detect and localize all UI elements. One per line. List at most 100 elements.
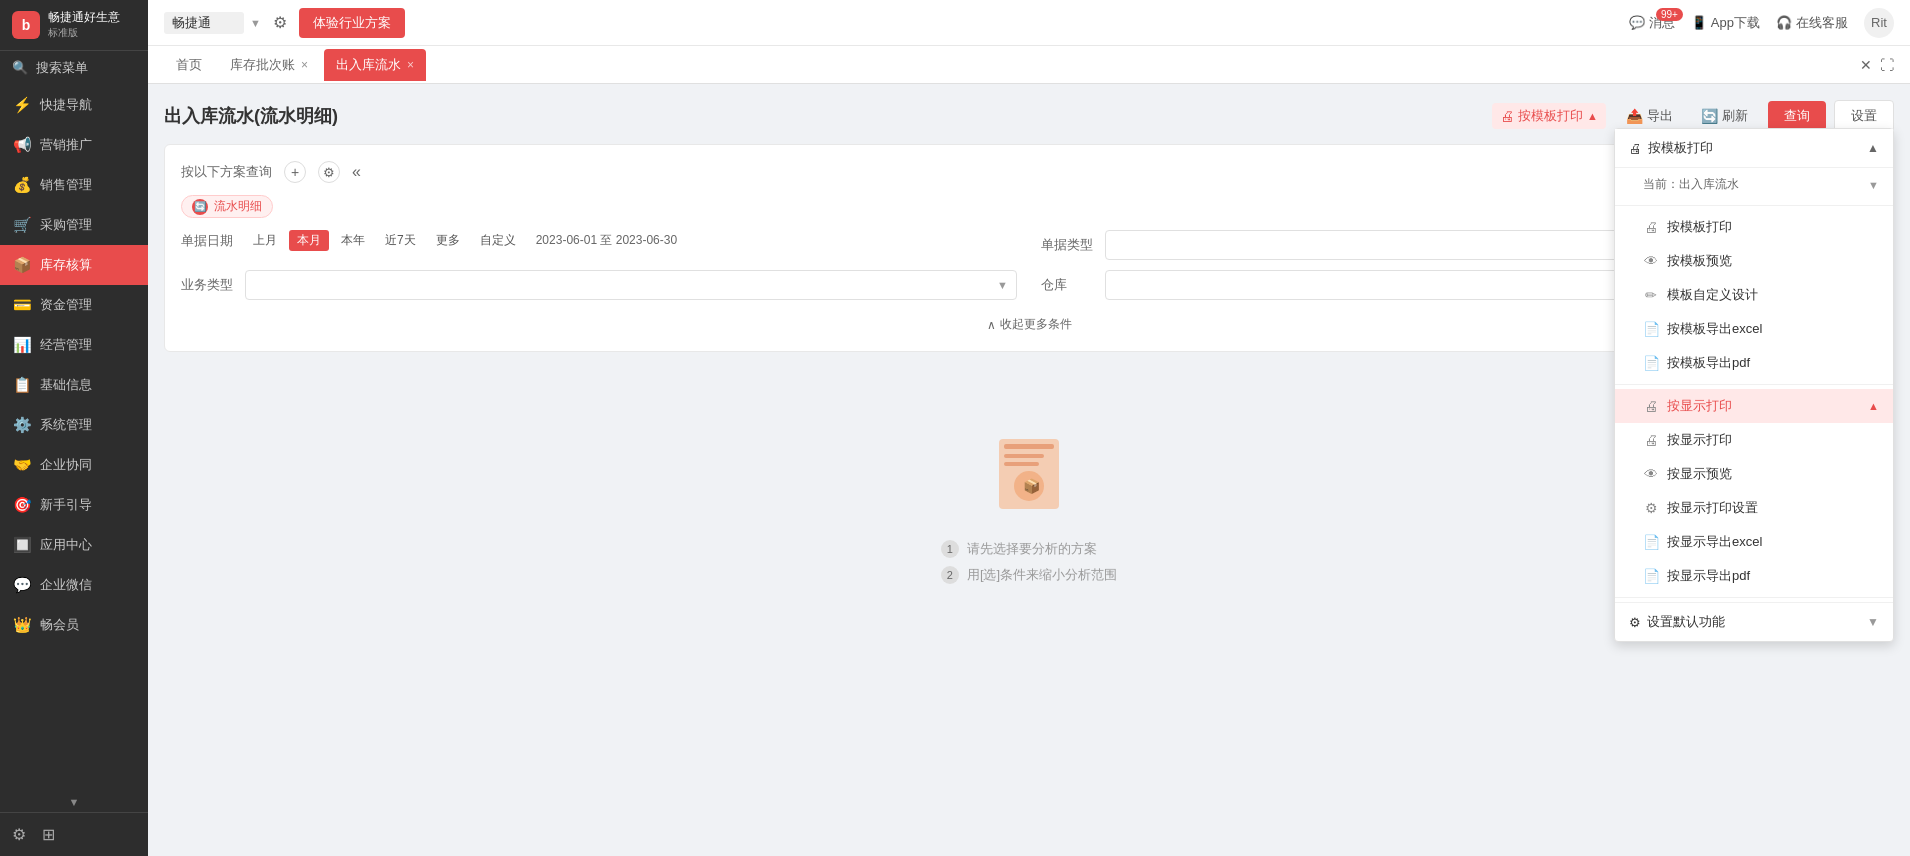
- empty-state-icon: 📦: [979, 424, 1079, 524]
- sidebar-item-system[interactable]: ⚙️ 系统管理: [0, 405, 148, 445]
- filter-tag-flow[interactable]: 🔄 流水明细: [181, 195, 273, 218]
- date-option-more[interactable]: 更多: [428, 230, 468, 251]
- sidebar-item-label: 系统管理: [40, 416, 92, 434]
- dropdown-template-excel-label: 按模板导出excel: [1667, 320, 1762, 338]
- dropdown-item-template-pdf[interactable]: 📄 按模板导出pdf: [1615, 346, 1893, 380]
- dropdown-footer-label: 设置默认功能: [1647, 613, 1725, 631]
- step-1-text: 请先选择要分析的方案: [967, 540, 1097, 558]
- dropdown-item-display-excel[interactable]: 📄 按显示导出excel: [1615, 525, 1893, 559]
- sidebar-item-label: 快捷导航: [40, 96, 92, 114]
- business-type-label: 业务类型: [181, 276, 237, 294]
- dropdown-display-settings-icon: ⚙: [1643, 500, 1659, 516]
- dropdown-display-arrow-up: ▲: [1868, 400, 1879, 412]
- sidebar-item-inventory[interactable]: 📦 库存核算: [0, 245, 148, 285]
- svg-rect-3: [1004, 462, 1039, 466]
- operation-icon: 📊: [12, 335, 32, 355]
- sidebar-item-guide[interactable]: 🎯 新手引导: [0, 485, 148, 525]
- dropdown-footer-settings: ⚙ 设置默认功能: [1629, 613, 1725, 631]
- sidebar-item-basic[interactable]: 📋 基础信息: [0, 365, 148, 405]
- sidebar-item-label: 新手引导: [40, 496, 92, 514]
- tab-batch-account-close[interactable]: ×: [301, 58, 308, 72]
- date-option-this-month[interactable]: 本月: [289, 230, 329, 251]
- print-dropdown-arrow-up[interactable]: ▲: [1587, 110, 1598, 122]
- sidebar-item-sales[interactable]: 💰 销售管理: [0, 165, 148, 205]
- filter-collapse-icon[interactable]: «: [352, 163, 361, 181]
- quick-nav-icon: ⚡: [12, 95, 32, 115]
- svg-text:📦: 📦: [1023, 478, 1041, 495]
- export-btn[interactable]: 📤 导出: [1618, 103, 1681, 129]
- wechat-icon: 💬: [12, 575, 32, 595]
- sidebar-item-label: 经营管理: [40, 336, 92, 354]
- date-range-display: 2023-06-01 至 2023-06-30: [536, 232, 677, 249]
- message-btn[interactable]: 💬 消息 99+: [1629, 14, 1675, 32]
- export-icon: 📤: [1626, 108, 1643, 124]
- collapse-sidebar-icon[interactable]: ⊞: [42, 825, 55, 844]
- tab-home[interactable]: 首页: [164, 49, 214, 81]
- filter-tag-icon: 🔄: [192, 199, 208, 215]
- sidebar-item-label: 应用中心: [40, 536, 92, 554]
- date-option-this-year[interactable]: 本年: [333, 230, 373, 251]
- online-service-label: 在线客服: [1796, 14, 1848, 32]
- tab-home-label: 首页: [176, 56, 202, 74]
- avatar-text: Rit: [1871, 15, 1887, 30]
- sidebar-item-purchase[interactable]: 🛒 采购管理: [0, 205, 148, 245]
- filter-setting-btn[interactable]: ⚙: [318, 161, 340, 183]
- logo-icon: b: [12, 11, 40, 39]
- dropdown-current-item[interactable]: 当前：出入库流水 ▼: [1615, 168, 1893, 201]
- sidebar-item-quick-nav[interactable]: ⚡ 快捷导航: [0, 85, 148, 125]
- date-option-custom[interactable]: 自定义: [472, 230, 524, 251]
- tab-batch-account[interactable]: 库存批次账 ×: [218, 49, 320, 81]
- print-template-btn[interactable]: 🖨 按模板打印 ▲: [1492, 103, 1606, 129]
- user-info-area: 畅捷通 ▼: [164, 12, 261, 34]
- sidebar-item-finance[interactable]: 💳 资金管理: [0, 285, 148, 325]
- trial-btn[interactable]: 体验行业方案: [299, 8, 405, 38]
- app-download-btn[interactable]: 📱 App下载: [1691, 14, 1760, 32]
- settings-gear-icon[interactable]: ⚙: [273, 13, 287, 32]
- dropdown-footer-arrow: ▼: [1867, 615, 1879, 629]
- tabs-right-area: ✕ ⛶: [1860, 57, 1894, 73]
- dropdown-collapse-btn[interactable]: ▲: [1867, 141, 1879, 155]
- dropdown-display-print-icon: 🖨: [1643, 432, 1659, 448]
- dropdown-item-display-print[interactable]: 🖨 按显示打印: [1615, 423, 1893, 457]
- sidebar-item-wechat[interactable]: 💬 企业微信: [0, 565, 148, 605]
- message-badge: 99+: [1656, 8, 1683, 21]
- sidebar-item-member[interactable]: 👑 畅会员: [0, 605, 148, 645]
- sales-icon: 💰: [12, 175, 32, 195]
- dropdown-template-preview-icon: 👁: [1643, 253, 1659, 269]
- username-display[interactable]: 畅捷通: [164, 12, 244, 34]
- settings-footer-icon[interactable]: ⚙: [12, 825, 26, 844]
- dropdown-item-display-print-header[interactable]: 🖨 按显示打印 ▲: [1615, 389, 1893, 423]
- scroll-down-indicator[interactable]: ▼: [0, 792, 148, 812]
- filter-add-btn[interactable]: +: [284, 161, 306, 183]
- close-tab-icon[interactable]: ✕: [1860, 57, 1872, 73]
- dropdown-item-display-pdf[interactable]: 📄 按显示导出pdf: [1615, 559, 1893, 593]
- business-type-select[interactable]: ▼: [245, 270, 1017, 300]
- user-dropdown-arrow[interactable]: ▼: [250, 17, 261, 29]
- dropdown-item-template-design[interactable]: ✏ 模板自定义设计: [1615, 278, 1893, 312]
- dropdown-item-display-print-settings[interactable]: ⚙ 按显示打印设置: [1615, 491, 1893, 525]
- user-avatar[interactable]: Rit: [1864, 8, 1894, 38]
- sidebar-item-enterprise[interactable]: 🤝 企业协同: [0, 445, 148, 485]
- date-option-7days[interactable]: 近7天: [377, 230, 424, 251]
- sidebar-item-operation[interactable]: 📊 经营管理: [0, 325, 148, 365]
- sidebar-item-app-center[interactable]: 🔲 应用中心: [0, 525, 148, 565]
- dropdown-item-display-preview[interactable]: 👁 按显示预览: [1615, 457, 1893, 491]
- query-btn[interactable]: 查询: [1768, 101, 1826, 131]
- dropdown-footer-settings-icon: ⚙: [1629, 615, 1641, 630]
- tab-in-out-flow[interactable]: 出入库流水 ×: [324, 49, 426, 81]
- dropdown-item-template-preview[interactable]: 👁 按模板预览: [1615, 244, 1893, 278]
- sidebar-item-marketing[interactable]: 📢 营销推广: [0, 125, 148, 165]
- dropdown-footer[interactable]: ⚙ 设置默认功能 ▼: [1615, 602, 1893, 641]
- warehouse-label: 仓库: [1041, 276, 1097, 294]
- guide-icon: 🎯: [12, 495, 32, 515]
- refresh-btn[interactable]: 🔄 刷新: [1693, 103, 1756, 129]
- tab-in-out-flow-close[interactable]: ×: [407, 58, 414, 72]
- online-service-btn[interactable]: 🎧 在线客服: [1776, 14, 1848, 32]
- dropdown-item-template-excel[interactable]: 📄 按模板导出excel: [1615, 312, 1893, 346]
- version-label: 标准版: [48, 26, 120, 40]
- expand-tab-icon[interactable]: ⛶: [1880, 57, 1894, 73]
- dropdown-item-template-print[interactable]: 🖨 按模板打印: [1615, 210, 1893, 244]
- date-option-last-month[interactable]: 上月: [245, 230, 285, 251]
- dropdown-display-print-label: 按显示打印: [1667, 431, 1732, 449]
- search-menu-btn[interactable]: 🔍 搜索菜单: [0, 51, 148, 85]
